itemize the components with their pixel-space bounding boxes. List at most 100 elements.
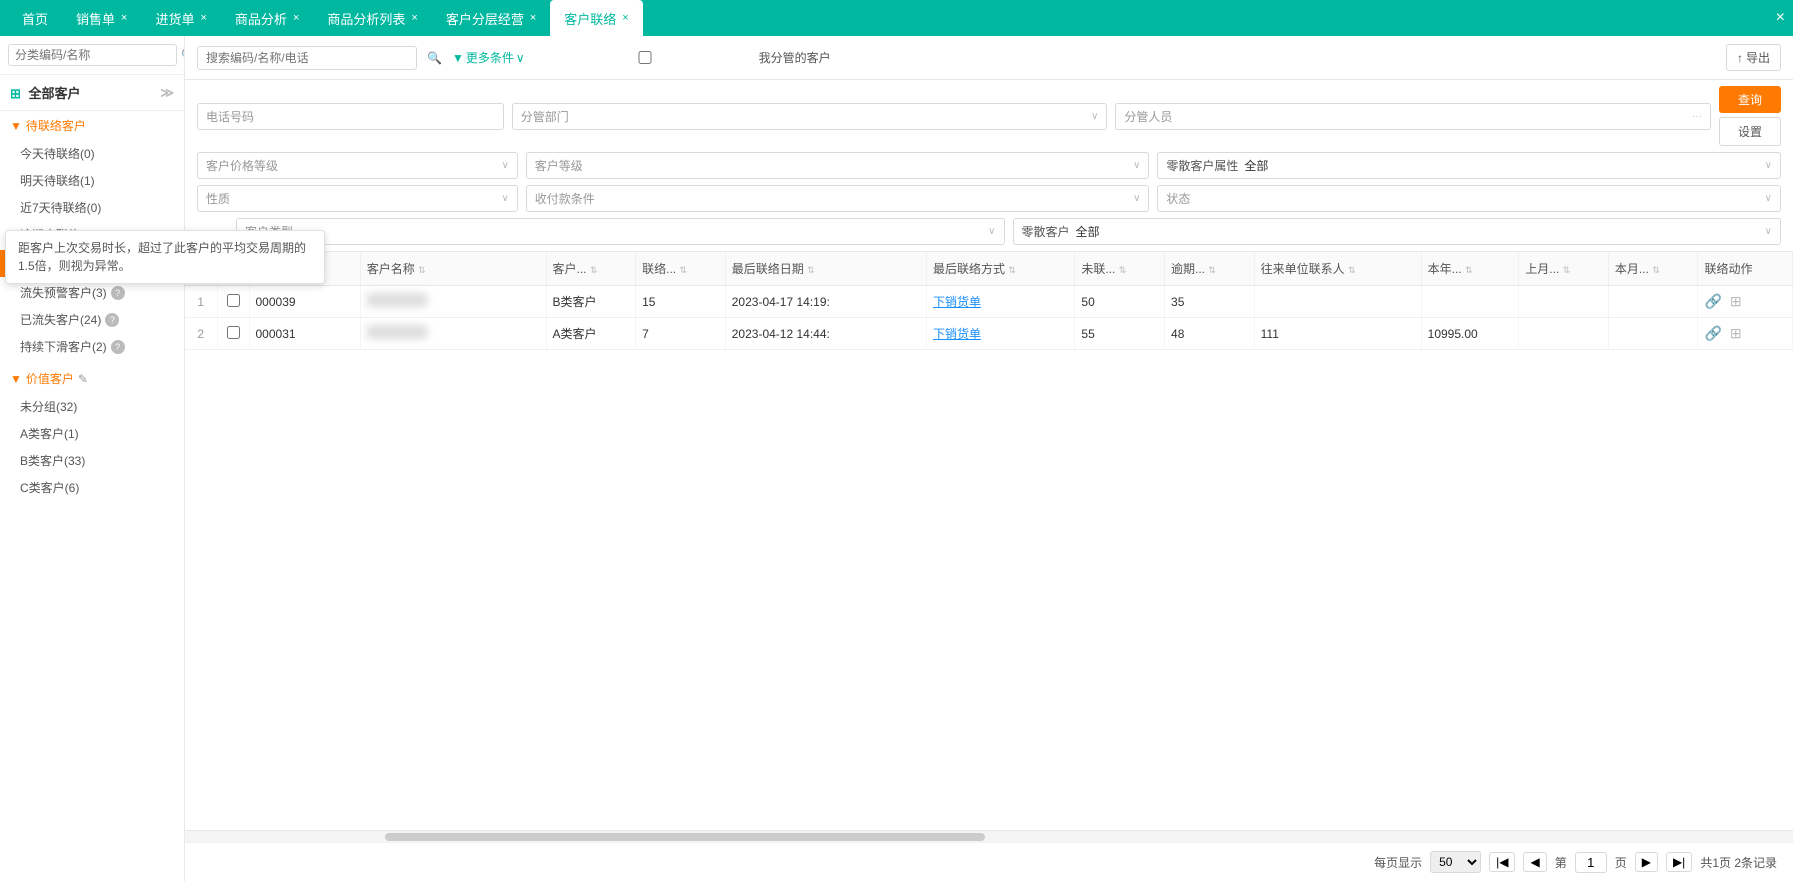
sidebar-search-input[interactable] [8, 44, 177, 66]
table-header-row: ⚙ 客户编码 ⇅ 客户名称 ⇅ [185, 252, 1793, 286]
close-icon-purchase[interactable]: × [200, 12, 206, 24]
edit-icon-value[interactable]: ✎ [78, 372, 88, 386]
filter-customer-type[interactable]: 客户类型 ∨ [236, 218, 1005, 245]
row2-last-method: 下销货单 [926, 318, 1074, 350]
chevron-level-icon: ∨ [1133, 160, 1140, 171]
close-icon-sales[interactable]: × [121, 12, 127, 24]
sidebar-item-declining-customers[interactable]: 持续下滑客户(2) ? [0, 333, 184, 360]
filter-customer-level[interactable]: 客户等级 ∨ [526, 152, 1150, 179]
chevron-type-icon: ∨ [988, 226, 995, 237]
query-button[interactable]: 查询 [1719, 86, 1781, 113]
col-last-date[interactable]: 最后联络日期 ⇅ [725, 252, 926, 286]
table-row: 1 000039 B类客户 [185, 286, 1793, 318]
row1-grid-icon[interactable]: ⊞ [1730, 293, 1742, 310]
row1-select-checkbox[interactable] [227, 294, 240, 307]
filter-nature[interactable]: 性质 ∨ [197, 185, 518, 212]
row2-action-icons: 🔗 ⊞ [1704, 325, 1786, 342]
filter-person[interactable]: 分管人员 ··· [1115, 103, 1711, 130]
row1-contact-count: 15 [636, 286, 726, 318]
sidebar-item-class-c[interactable]: C类客户(6) [0, 474, 184, 501]
col-this-month[interactable]: 本月... ⇅ [1608, 252, 1698, 286]
filter-price-level[interactable]: 客户价格等级 ∨ [197, 152, 518, 179]
main-table: ⚙ 客户编码 ⇅ 客户名称 ⇅ [185, 252, 1793, 350]
row2-checkbox[interactable] [217, 318, 249, 350]
last-page-button[interactable]: ▶| [1666, 852, 1692, 872]
col-contact-count[interactable]: 联络... ⇅ [636, 252, 726, 286]
col-no-contact[interactable]: 未联... ⇅ [1075, 252, 1165, 286]
sidebar-item-7days-pending[interactable]: 近7天待联络(0) [0, 194, 184, 221]
sidebar-item-ungrouped[interactable]: 未分组(32) [0, 393, 184, 420]
filter-payment-cond[interactable]: 收付款条件 ∨ [526, 185, 1150, 212]
row1-name-blurred [367, 293, 427, 307]
row1-action-icons: 🔗 ⊞ [1704, 293, 1786, 310]
close-icon-customer-contact[interactable]: × [622, 12, 628, 24]
sidebar-item-lost-customers[interactable]: 已流失客户(24) ? [0, 306, 184, 333]
export-button[interactable]: ↑ 导出 [1726, 44, 1781, 71]
nav-item-analysis-list[interactable]: 商品分析列表 × [313, 0, 431, 36]
sidebar-item-tomorrow-pending[interactable]: 明天待联络(1) [0, 167, 184, 194]
sidebar-item-class-a[interactable]: A类客户(1) [0, 420, 184, 447]
row2-grid-icon[interactable]: ⊞ [1730, 325, 1742, 342]
row1-no: 1 [185, 286, 217, 318]
sidebar-section-value[interactable]: ▼ 价值客户 ✎ [0, 364, 184, 393]
row2-method-link[interactable]: 下销货单 [933, 327, 981, 341]
row1-method-link[interactable]: 下销货单 [933, 295, 981, 309]
settings-button[interactable]: 设置 [1719, 117, 1781, 146]
per-page-select[interactable]: 50 20 100 [1430, 851, 1481, 873]
close-icon-customer-segment[interactable]: × [530, 12, 536, 24]
my-customer-checkbox[interactable] [535, 51, 755, 64]
col-name[interactable]: 客户名称 ⇅ [360, 252, 546, 286]
info-icon-loss-warning: ? [111, 286, 125, 300]
filter-scattered-customer[interactable]: 零散客户 全部 ∨ [1013, 218, 1782, 245]
filter-row-2: 客户价格等级 ∨ 客户等级 ∨ 零散客户属性 全部 ∨ [197, 152, 1781, 179]
col-overdue[interactable]: 逾期... ⇅ [1165, 252, 1255, 286]
sidebar-all-customers[interactable]: ⊞ 全部客户 ≫ [0, 75, 184, 111]
filter-phone[interactable]: 电话号码 [197, 103, 504, 130]
row2-link-icon[interactable]: 🔗 [1704, 325, 1721, 342]
nav-item-customer-contact[interactable]: 客户联络 × [550, 0, 642, 36]
sidebar-item-class-b[interactable]: B类客户(33) [0, 447, 184, 474]
row2-no-contact: 55 [1075, 318, 1165, 350]
scrollbar-thumb[interactable] [385, 833, 985, 841]
chevron-status-icon: ∨ [1765, 193, 1772, 204]
row1-checkbox[interactable] [217, 286, 249, 318]
close-icon-analysis-list[interactable]: × [411, 12, 417, 24]
row2-last-date: 2023-04-12 14:44: [725, 318, 926, 350]
pagination: 每页显示 50 20 100 |◀ ◀ 第 页 ▶ ▶| 共1页 2条记录 [185, 842, 1793, 881]
nav-item-home[interactable]: 首页 [8, 0, 62, 36]
col-last-method[interactable]: 最后联络方式 ⇅ [926, 252, 1074, 286]
horizontal-scrollbar[interactable] [185, 830, 1793, 842]
chevron-dept-icon: ∨ [1091, 111, 1098, 122]
sidebar-collapse-icon[interactable]: ≫ [160, 85, 174, 101]
next-page-button[interactable]: ▶ [1635, 852, 1658, 872]
nav-item-sales[interactable]: 销售单 × [62, 0, 141, 36]
filter-scattered-attr[interactable]: 零散客户属性 全部 ∨ [1157, 152, 1781, 179]
nav-item-customer-segment[interactable]: 客户分层经营 × [432, 0, 550, 36]
table-row: 2 000031 A类客户 [185, 318, 1793, 350]
nav-item-purchase[interactable]: 进货单 × [141, 0, 220, 36]
page-number-input[interactable] [1575, 852, 1607, 873]
col-customer-type[interactable]: 客户... ⇅ [546, 252, 636, 286]
search-input[interactable] [197, 46, 417, 70]
more-conditions-button[interactable]: ▼ 更多条件 ∨ [452, 49, 525, 66]
sidebar-section-pending[interactable]: ▼ 待联络客户 [0, 111, 184, 140]
row1-year-amount [1421, 286, 1519, 318]
col-unit-contact[interactable]: 往来单位联系人 ⇅ [1254, 252, 1421, 286]
filter-dept[interactable]: 分管部门 ∨ [512, 103, 1108, 130]
toolbar-search-icon[interactable]: 🔍 [427, 51, 442, 65]
sidebar-item-today-pending[interactable]: 今天待联络(0) [0, 140, 184, 167]
nav-item-analysis[interactable]: 商品分析 × [221, 0, 313, 36]
close-icon-analysis[interactable]: × [293, 12, 299, 24]
first-page-button[interactable]: |◀ [1489, 852, 1515, 872]
window-close-button[interactable]: × [1776, 9, 1785, 27]
filter-status[interactable]: 状态 ∨ [1157, 185, 1781, 212]
col-year-amount[interactable]: 本年... ⇅ [1421, 252, 1519, 286]
row2-contact-count: 7 [636, 318, 726, 350]
prev-page-button[interactable]: ◀ [1523, 852, 1546, 872]
content-area: 🔍 ▼ 更多条件 ∨ 我分管的客户 ↑ 导出 电话号码 [185, 36, 1793, 881]
row2-select-checkbox[interactable] [227, 326, 240, 339]
tooltip-box: 距客户上次交易时长，超过了此客户的平均交易周期的1.5倍，则视为异常。 [5, 230, 325, 284]
my-customer-checkbox-area[interactable]: 我分管的客户 [535, 49, 831, 66]
row1-link-icon[interactable]: 🔗 [1704, 293, 1721, 310]
col-last-month[interactable]: 上月... ⇅ [1519, 252, 1609, 286]
